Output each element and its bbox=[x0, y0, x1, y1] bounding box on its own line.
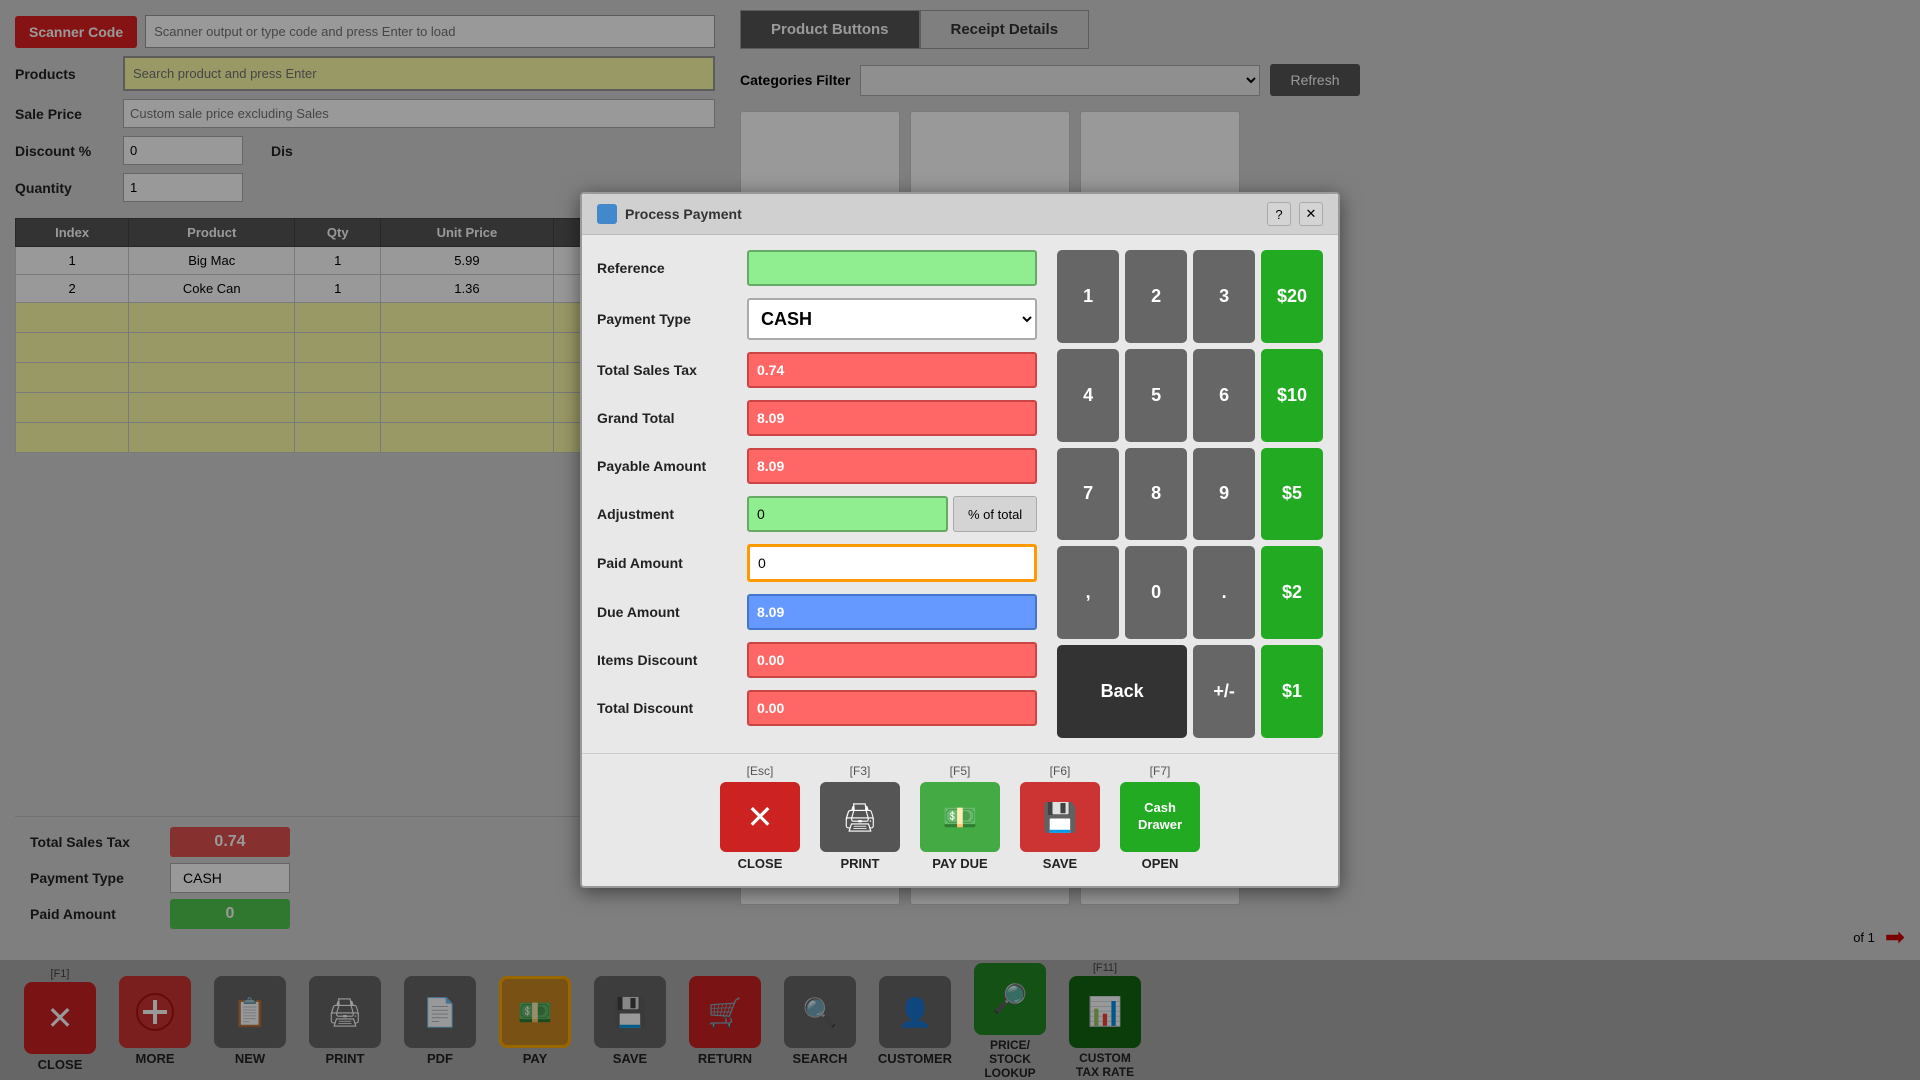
footer-print-container: [F3] 🖨 PRINT bbox=[820, 764, 900, 871]
grand-total-row: Grand Total bbox=[597, 400, 1037, 436]
total-sales-tax-label: Total Sales Tax bbox=[597, 362, 747, 378]
total-sales-tax-input bbox=[747, 352, 1037, 388]
footer-open-label: OPEN bbox=[1142, 856, 1179, 871]
total-discount-row: Total Discount bbox=[597, 690, 1037, 726]
payment-type-row: Payment Type CASH bbox=[597, 298, 1037, 340]
num-btn-9[interactable]: 9 bbox=[1193, 448, 1255, 541]
num-btn-3[interactable]: 3 bbox=[1193, 250, 1255, 343]
footer-pay-due-container: [F5] 💵 PAY DUE bbox=[920, 764, 1000, 871]
reference-label: Reference bbox=[597, 260, 747, 276]
grand-total-input bbox=[747, 400, 1037, 436]
adjustment-input[interactable] bbox=[747, 496, 948, 532]
payable-amount-row: Payable Amount bbox=[597, 448, 1037, 484]
grand-total-label: Grand Total bbox=[597, 410, 747, 426]
modal-close-button[interactable]: ✕ bbox=[1299, 202, 1323, 226]
footer-close-container: [Esc] ✕ CLOSE bbox=[720, 764, 800, 871]
total-discount-label: Total Discount bbox=[597, 700, 747, 716]
payment-type-select[interactable]: CASH bbox=[747, 298, 1037, 340]
total-discount-input bbox=[747, 690, 1037, 726]
items-discount-label: Items Discount bbox=[597, 652, 747, 668]
paid-amount-row: Paid Amount bbox=[597, 544, 1037, 582]
footer-pay-due-label: PAY DUE bbox=[932, 856, 987, 871]
modal-title-icon bbox=[597, 204, 617, 224]
footer-print-label: PRINT bbox=[841, 856, 880, 871]
footer-save-button[interactable]: 💾 bbox=[1020, 782, 1100, 852]
num-btn-2d[interactable]: $2 bbox=[1261, 546, 1323, 639]
payment-type-label: Payment Type bbox=[597, 311, 747, 327]
modal-body: Reference Payment Type CASH Total Sales … bbox=[582, 235, 1338, 753]
num-btn-1d[interactable]: $1 bbox=[1261, 645, 1323, 738]
num-btn-7[interactable]: 7 bbox=[1057, 448, 1119, 541]
num-btn-5d[interactable]: $5 bbox=[1261, 448, 1323, 541]
open-shortcut-label: [F7] bbox=[1150, 764, 1171, 778]
items-discount-input bbox=[747, 642, 1037, 678]
footer-open-button[interactable]: CashDrawer bbox=[1120, 782, 1200, 852]
adjustment-input-group: % of total bbox=[747, 496, 1037, 532]
footer-pay-due-button[interactable]: 💵 bbox=[920, 782, 1000, 852]
num-btn-0[interactable]: 0 bbox=[1125, 546, 1187, 639]
due-amount-label: Due Amount bbox=[597, 604, 747, 620]
num-btn-2[interactable]: 2 bbox=[1125, 250, 1187, 343]
footer-save-container: [F6] 💾 SAVE bbox=[1020, 764, 1100, 871]
due-amount-row: Due Amount bbox=[597, 594, 1037, 630]
num-btn-comma[interactable]: , bbox=[1057, 546, 1119, 639]
footer-close-button[interactable]: ✕ bbox=[720, 782, 800, 852]
pay-due-shortcut-label: [F5] bbox=[950, 764, 971, 778]
num-btn-8[interactable]: 8 bbox=[1125, 448, 1187, 541]
num-btn-10[interactable]: $10 bbox=[1261, 349, 1323, 442]
adjustment-row: Adjustment % of total bbox=[597, 496, 1037, 532]
num-btn-4[interactable]: 4 bbox=[1057, 349, 1119, 442]
percent-of-total-button[interactable]: % of total bbox=[953, 496, 1037, 532]
modal-title: Process Payment bbox=[597, 204, 742, 224]
modal-overlay: Process Payment ? ✕ Reference Payment Ty… bbox=[0, 0, 1920, 1080]
num-btn-5[interactable]: 5 bbox=[1125, 349, 1187, 442]
payment-form: Reference Payment Type CASH Total Sales … bbox=[597, 250, 1037, 738]
payable-amount-label: Payable Amount bbox=[597, 458, 747, 474]
items-discount-row: Items Discount bbox=[597, 642, 1037, 678]
modal-controls: ? ✕ bbox=[1267, 202, 1323, 226]
footer-open-container: [F7] CashDrawer OPEN bbox=[1120, 764, 1200, 871]
reference-row: Reference bbox=[597, 250, 1037, 286]
adjustment-label: Adjustment bbox=[597, 506, 747, 522]
footer-close-label: CLOSE bbox=[738, 856, 783, 871]
modal-title-text: Process Payment bbox=[625, 206, 742, 222]
modal-footer: [Esc] ✕ CLOSE [F3] 🖨 PRINT [F5] 💵 PAY DU… bbox=[582, 753, 1338, 886]
numpad: 1 2 3 $20 4 5 6 $10 7 8 9 $5 , 0 . $2 Ba… bbox=[1057, 250, 1323, 738]
payable-amount-input bbox=[747, 448, 1037, 484]
print-shortcut-label: [F3] bbox=[850, 764, 871, 778]
paid-amount-label: Paid Amount bbox=[597, 555, 747, 571]
num-btn-dot[interactable]: . bbox=[1193, 546, 1255, 639]
modal-titlebar: Process Payment ? ✕ bbox=[582, 194, 1338, 235]
reference-input[interactable] bbox=[747, 250, 1037, 286]
num-btn-20[interactable]: $20 bbox=[1261, 250, 1323, 343]
num-btn-1[interactable]: 1 bbox=[1057, 250, 1119, 343]
total-sales-tax-row: Total Sales Tax bbox=[597, 352, 1037, 388]
save-shortcut-label: [F6] bbox=[1050, 764, 1071, 778]
num-btn-plusminus[interactable]: +/- bbox=[1193, 645, 1255, 738]
close-shortcut-label: [Esc] bbox=[747, 764, 774, 778]
due-amount-input bbox=[747, 594, 1037, 630]
footer-save-label: SAVE bbox=[1043, 856, 1077, 871]
num-btn-6[interactable]: 6 bbox=[1193, 349, 1255, 442]
footer-print-button[interactable]: 🖨 bbox=[820, 782, 900, 852]
process-payment-modal: Process Payment ? ✕ Reference Payment Ty… bbox=[580, 192, 1340, 888]
modal-help-button[interactable]: ? bbox=[1267, 202, 1291, 226]
num-btn-back[interactable]: Back bbox=[1057, 645, 1187, 738]
paid-amount-input[interactable] bbox=[747, 544, 1037, 582]
